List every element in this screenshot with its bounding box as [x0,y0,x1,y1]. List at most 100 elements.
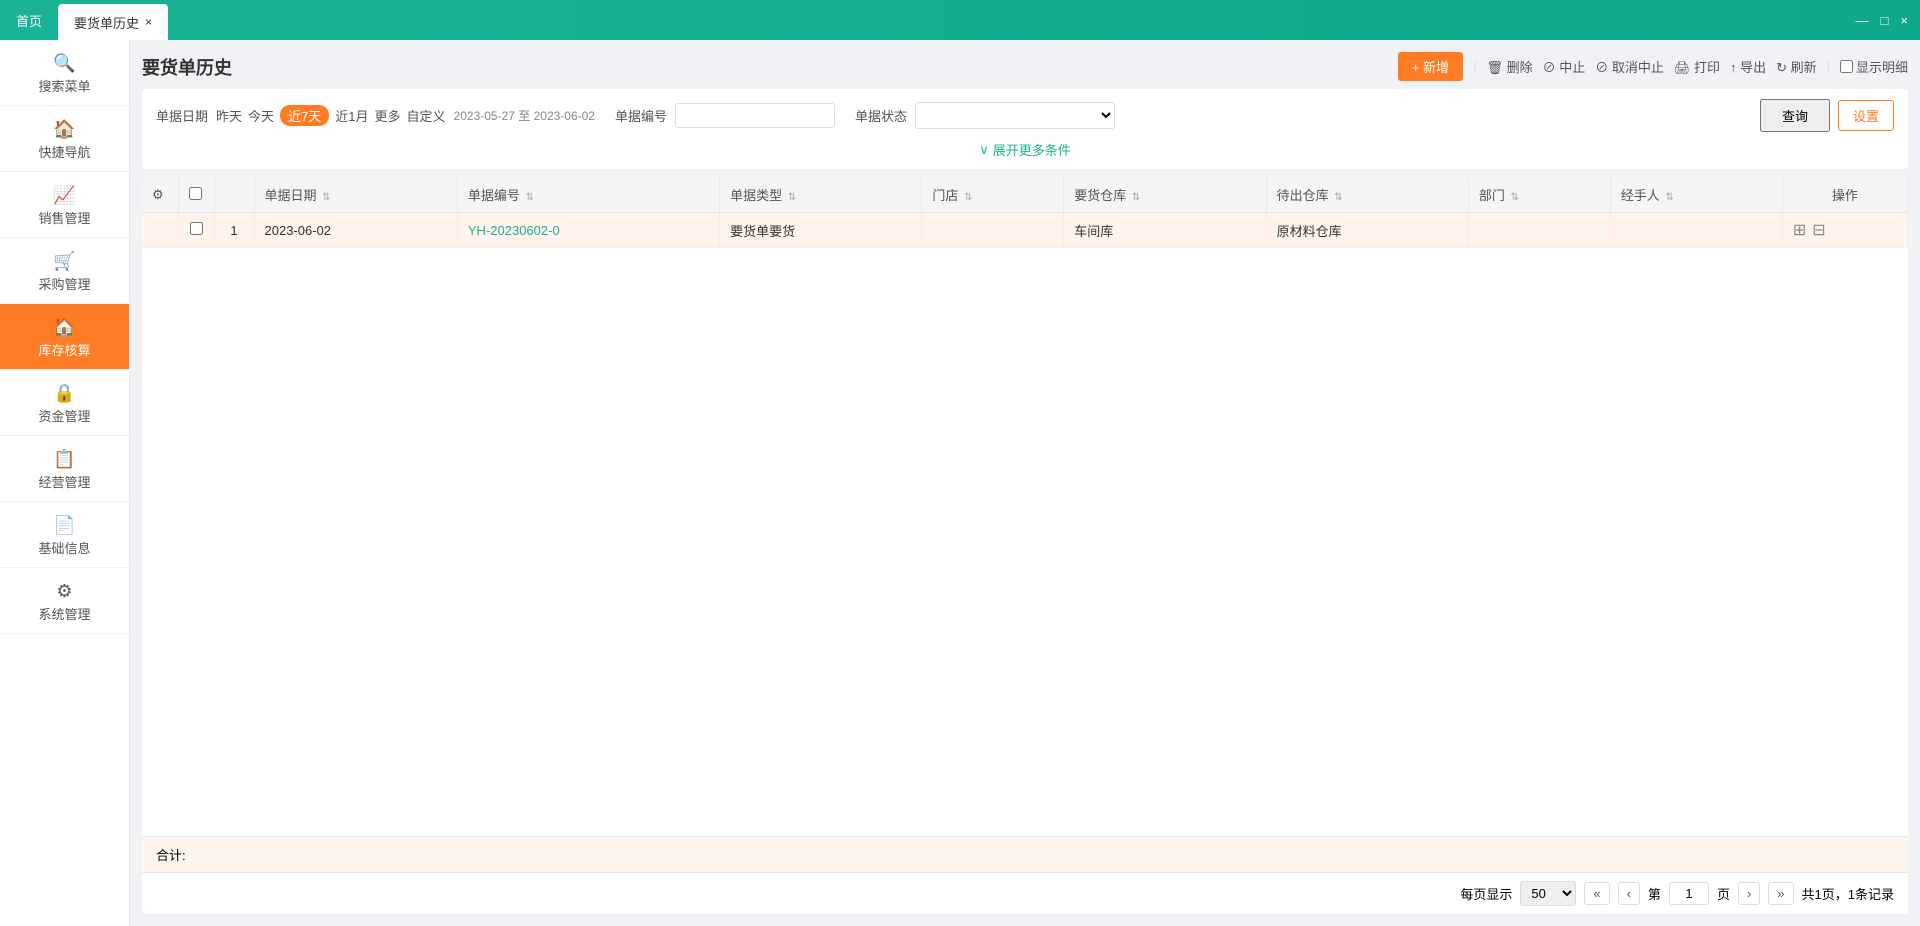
docno-link[interactable]: YH-20230602-0 [468,223,560,238]
sidebar: 🔍 搜索菜单 🏠 快捷导航 📈 销售管理 🛒 采购管理 🏠 库存核算 🔒 资金管… [0,40,130,926]
date-more[interactable]: 更多 [375,106,401,125]
row-pending-wh-cell: 原材料仓库 [1266,213,1468,248]
docno-input[interactable] [675,103,835,128]
page-suffix: 页 [1717,884,1730,903]
window-maximize[interactable]: □ [1881,13,1889,28]
print-button[interactable]: 🖨 打印 [1674,57,1720,76]
row-handler-cell [1610,213,1782,248]
date-filter-group: 单据日期 昨天 今天 近7天 近1月 更多 自定义 2023-05-27 至 2… [156,105,595,126]
select-all-checkbox[interactable] [189,187,202,200]
sidebar-item-basic-info[interactable]: 📄 基础信息 [0,502,129,568]
row-dept-cell [1468,213,1610,248]
col-store[interactable]: 门店 ⇅ [922,177,1064,213]
row-action-cell: ⊞ ⊟ [1782,213,1907,248]
sort-icon: ⇅ [964,192,972,203]
date-range-text: 2023-05-27 至 2023-06-02 [454,107,595,124]
sidebar-item-purchase-mgmt[interactable]: 🛒 采购管理 [0,238,129,304]
sidebar-item-capital-mgmt[interactable]: 🔒 资金管理 [0,370,129,436]
col-dept[interactable]: 部门 ⇅ [1468,177,1610,213]
stop-button[interactable]: ⊘ 中止 [1543,57,1586,76]
filter-expand-row: ∨ 展开更多条件 [156,140,1894,159]
settings-button[interactable]: 设置 [1838,100,1894,131]
col-pending-wh[interactable]: 待出仓库 ⇅ [1266,177,1468,213]
sidebar-item-system-mgmt[interactable]: ⚙ 系统管理 [0,568,129,634]
next-page-btn[interactable]: › [1738,882,1760,905]
header-actions: + 新增 | 🗑 删除 ⊘ 中止 ⊘ 取消中止 🖨 打印 ↑ 导出 ↻ 刷新 |… [1398,52,1908,81]
sidebar-item-inventory[interactable]: 🏠 库存核算 [0,304,129,370]
row-req-wh-cell: 车间库 [1064,213,1266,248]
tab-home[interactable]: 首页 [0,0,58,40]
sidebar-item-ops-mgmt[interactable]: 📋 经营管理 [0,436,129,502]
new-button[interactable]: + 新增 [1398,52,1463,81]
status-select[interactable] [915,102,1115,129]
date-custom[interactable]: 自定义 [407,106,446,125]
date-last1month[interactable]: 近1月 [335,106,368,125]
cart-icon: 🛒 [53,252,75,270]
col-action: 操作 [1782,177,1907,213]
footer-label: 合计: [156,845,186,864]
col-req-wh[interactable]: 要货仓库 ⇅ [1064,177,1266,213]
prev-page-btn[interactable]: ‹ [1618,882,1640,905]
ops-icon: 📋 [53,450,75,468]
show-detail-checkbox[interactable]: 显示明细 [1840,57,1908,76]
pagination-bar: 每页显示 50 10 20 100 « ‹ 第 页 › » 共1页，1条记录 [142,872,1908,914]
per-page-select[interactable]: 50 10 20 100 [1520,881,1576,906]
last-page-btn[interactable]: » [1768,882,1793,905]
row-view-icon[interactable]: ⊞ [1793,220,1806,240]
per-page-label: 每页显示 [1460,884,1512,903]
chevron-down-icon: ∨ [979,142,989,158]
col-handler[interactable]: 经手人 ⇅ [1610,177,1782,213]
date-yesterday[interactable]: 昨天 [216,106,242,125]
status-filter-group: 单据状态 [855,102,1115,129]
detail-checkbox[interactable] [1840,60,1853,73]
data-table: ⚙ 单据日期 ⇅ 单据编号 ⇅ [142,177,1908,248]
sort-icon: ⇅ [1334,192,1342,203]
page-title: 要货单历史 [142,54,232,80]
cancel-stop-button[interactable]: ⊘ 取消中止 [1595,57,1664,76]
tab-requisition-history[interactable]: 要货单历史 × [58,4,168,40]
sidebar-item-search-menu[interactable]: 🔍 搜索菜单 [0,40,129,106]
page-input[interactable] [1669,882,1709,905]
table-row: 1 2023-06-02 YH-20230602-0 要货单要货 车间库 原材料… [142,213,1908,248]
row-num-cell: 1 [214,213,254,248]
home-icon: 🏠 [53,120,75,138]
sort-icon: ⇅ [1665,192,1673,203]
row-checkbox[interactable] [190,222,203,235]
page-header: 要货单历史 + 新增 | 🗑 删除 ⊘ 中止 ⊘ 取消中止 🖨 打印 ↑ 导出 … [142,52,1908,81]
close-tab-icon[interactable]: × [145,15,152,29]
table-footer: 合计: [142,836,1908,872]
expand-filter-btn[interactable]: ∨ 展开更多条件 [979,140,1071,159]
row-check-cell [178,213,214,248]
col-docno[interactable]: 单据编号 ⇅ [457,177,719,213]
col-num [214,177,254,213]
search-icon: 🔍 [53,54,75,72]
export-button[interactable]: ↑ 导出 [1730,57,1766,76]
date-shortcuts: 昨天 今天 近7天 近1月 更多 自定义 [216,105,446,126]
window-minimize[interactable]: — [1856,13,1869,28]
sort-icon: ⇅ [1511,192,1519,203]
delete-button[interactable]: 🗑 删除 [1486,57,1532,76]
row-docno-cell[interactable]: YH-20230602-0 [457,213,719,248]
filter-area: 单据日期 昨天 今天 近7天 近1月 更多 自定义 2023-05-27 至 2… [142,89,1908,169]
row-store-cell [922,213,1064,248]
page-label: 第 [1648,884,1661,903]
sidebar-item-quick-nav[interactable]: 🏠 快捷导航 [0,106,129,172]
sort-icon: ⇅ [1132,192,1140,203]
sort-icon: ⇅ [788,192,796,203]
table-container: ⚙ 单据日期 ⇅ 单据编号 ⇅ [142,177,1908,914]
filter-row-1: 单据日期 昨天 今天 近7天 近1月 更多 自定义 2023-05-27 至 2… [156,99,1894,132]
doc-icon: 📄 [53,516,75,534]
query-button[interactable]: 查询 [1760,99,1830,132]
row-edit-icon[interactable]: ⊟ [1812,220,1825,240]
date-label: 单据日期 [156,106,208,125]
col-doctype[interactable]: 单据类型 ⇅ [720,177,922,213]
date-last7days[interactable]: 近7天 [280,105,329,126]
date-today[interactable]: 今天 [248,106,274,125]
window-close[interactable]: × [1900,13,1908,28]
col-date[interactable]: 单据日期 ⇅ [254,177,457,213]
first-page-btn[interactable]: « [1584,882,1609,905]
sidebar-item-sales-mgmt[interactable]: 📈 销售管理 [0,172,129,238]
row-settings-cell [142,213,178,248]
refresh-button[interactable]: ↻ 刷新 [1776,57,1817,76]
col-settings[interactable]: ⚙ [142,177,178,213]
